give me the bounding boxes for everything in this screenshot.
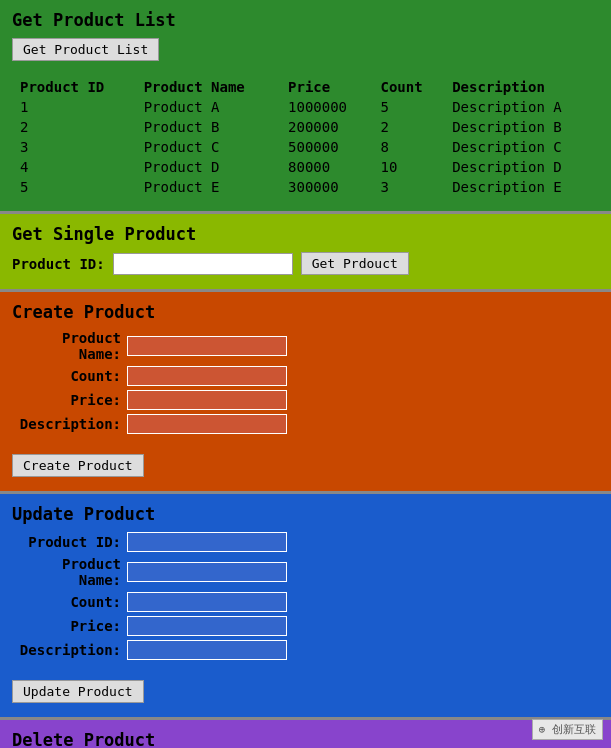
update-price-row: Price: — [12, 616, 599, 636]
col-header-name: Product Name — [136, 77, 280, 97]
update-button[interactable]: Update Product — [12, 680, 144, 703]
create-count-row: Count: — [12, 366, 599, 386]
update-price-input[interactable] — [127, 616, 287, 636]
update-section: Update Product Product ID: Product Name:… — [0, 494, 611, 720]
get-list-section: Get Product List Get Product List Produc… — [0, 0, 611, 214]
delete-title: Delete Product — [12, 730, 599, 748]
create-desc-input[interactable] — [127, 414, 287, 434]
product-table: Product ID Product Name Price Count Desc… — [12, 77, 599, 197]
create-name-label: Product Name: — [12, 330, 127, 362]
create-count-input[interactable] — [127, 366, 287, 386]
update-count-row: Count: — [12, 592, 599, 612]
table-row: 1Product A10000005Description A — [12, 97, 599, 117]
col-header-price: Price — [280, 77, 372, 97]
create-desc-label: Description: — [12, 416, 127, 432]
get-single-section: Get Single Product Product ID: Get Prdou… — [0, 214, 611, 292]
update-name-label: Product Name: — [12, 556, 127, 588]
single-product-id-input[interactable] — [113, 253, 293, 275]
update-desc-row: Description: — [12, 640, 599, 660]
update-name-input[interactable] — [127, 562, 287, 582]
update-id-input[interactable] — [127, 532, 287, 552]
get-list-button[interactable]: Get Product List — [12, 38, 159, 61]
create-desc-row: Description: — [12, 414, 599, 434]
update-id-row: Product ID: — [12, 532, 599, 552]
create-name-input[interactable] — [127, 336, 287, 356]
table-row: 3Product C5000008Description C — [12, 137, 599, 157]
create-button[interactable]: Create Product — [12, 454, 144, 477]
create-name-row: Product Name: — [12, 330, 599, 362]
get-list-title: Get Product List — [12, 10, 599, 30]
create-section: Create Product Product Name: Count: Pric… — [0, 292, 611, 494]
watermark: ⊕ 创新互联 — [532, 719, 603, 740]
create-price-label: Price: — [12, 392, 127, 408]
create-price-input[interactable] — [127, 390, 287, 410]
table-row: 5Product E3000003Description E — [12, 177, 599, 197]
get-single-button[interactable]: Get Prdouct — [301, 252, 409, 275]
col-header-id: Product ID — [12, 77, 136, 97]
get-single-title: Get Single Product — [12, 224, 599, 244]
update-count-input[interactable] — [127, 592, 287, 612]
delete-section: Delete Product Product ID: Delete Prdouc… — [0, 720, 611, 748]
update-id-label: Product ID: — [12, 534, 127, 550]
create-count-label: Count: — [12, 368, 127, 384]
table-row: 4Product D8000010Description D — [12, 157, 599, 177]
create-title: Create Product — [12, 302, 599, 322]
update-count-label: Count: — [12, 594, 127, 610]
update-price-label: Price: — [12, 618, 127, 634]
col-header-count: Count — [373, 77, 445, 97]
update-name-row: Product Name: — [12, 556, 599, 588]
single-product-label: Product ID: — [12, 256, 105, 272]
update-desc-input[interactable] — [127, 640, 287, 660]
col-header-desc: Description — [444, 77, 599, 97]
update-title: Update Product — [12, 504, 599, 524]
table-row: 2Product B2000002Description B — [12, 117, 599, 137]
update-desc-label: Description: — [12, 642, 127, 658]
create-price-row: Price: — [12, 390, 599, 410]
